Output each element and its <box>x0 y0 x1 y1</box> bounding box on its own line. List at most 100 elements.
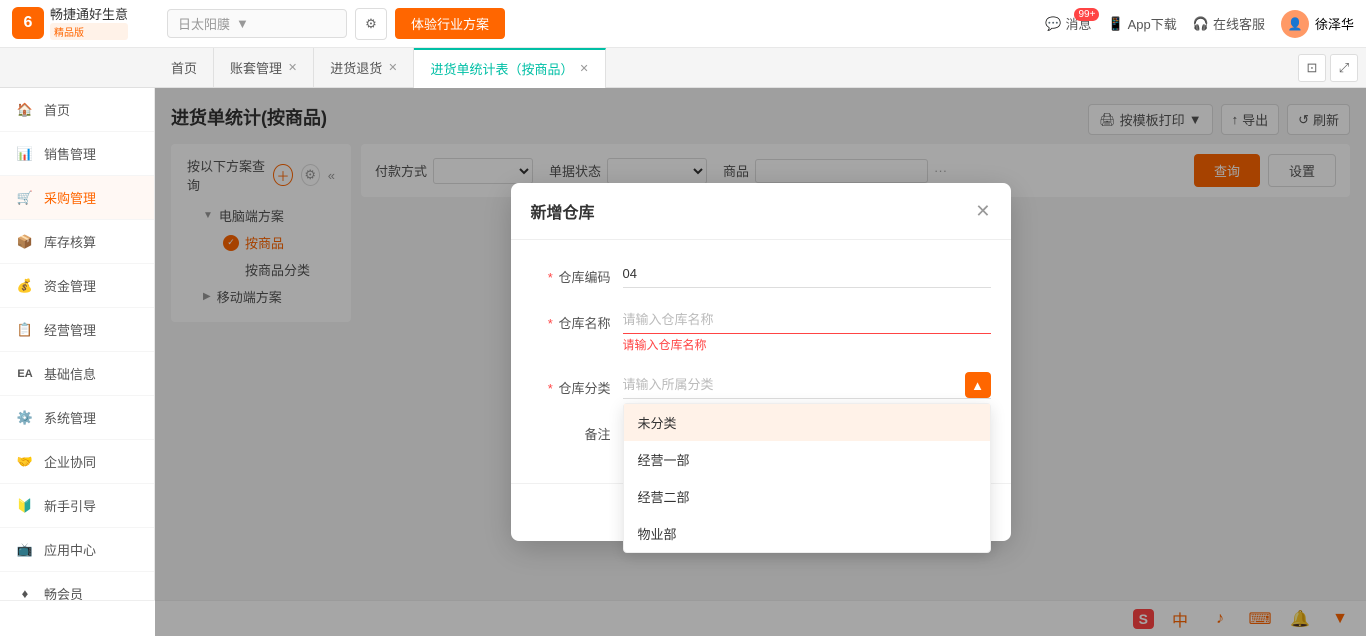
category-input[interactable] <box>623 371 991 399</box>
header-search: 日太阳膜 ▼ ⚙ 体验行业方案 <box>167 8 1045 40</box>
sidebar-item-purchase[interactable]: 🛒 采购管理 <box>0 176 154 220</box>
dropdown-option-unclassified[interactable]: 未分类 <box>624 404 990 441</box>
sidebar-operations-label: 经营管理 <box>44 320 96 339</box>
sidebar-app-center-label: 应用中心 <box>44 540 96 559</box>
tab-home[interactable]: 首页 <box>155 48 214 88</box>
sidebar-guide-label: 新手引导 <box>44 496 96 515</box>
sidebar-item-system[interactable]: ⚙️ 系统管理 <box>0 396 154 440</box>
modal-overlay: 新增仓库 ✕ * 仓库编码 <box>155 88 1366 636</box>
tab-expand-icon[interactable]: ⤢ <box>1330 54 1358 82</box>
new-warehouse-modal: 新增仓库 ✕ * 仓库编码 <box>511 183 1011 541</box>
avatar: 👤 <box>1281 10 1309 38</box>
system-icon: ⚙️ <box>16 409 34 427</box>
basic-info-icon: EA <box>16 365 34 383</box>
modal-body: * 仓库编码 * 仓库名称 <box>511 240 1011 483</box>
home-icon: 🏠 <box>16 101 34 119</box>
sidebar-item-enterprise[interactable]: 🤝 企业协同 <box>0 440 154 484</box>
sidebar-system-label: 系统管理 <box>44 408 96 427</box>
tab-purchase-stats-label: 进货单统计表（按商品） <box>430 59 573 78</box>
sidebar-sales-label: 销售管理 <box>44 144 96 163</box>
modal-header: 新增仓库 ✕ <box>511 183 1011 240</box>
code-label: * 仓库编码 <box>531 260 611 286</box>
logo-text: 畅捷通好生意 <box>50 7 128 24</box>
sidebar-basic-info-label: 基础信息 <box>44 364 96 383</box>
dropdown-option-dept1[interactable]: 经营一部 <box>624 441 990 478</box>
logo-area: 6 畅捷通好生意 精品版 <box>12 7 167 41</box>
form-row-code: * 仓库编码 <box>531 260 991 288</box>
message-badge: 99+ <box>1074 8 1099 21</box>
sidebar-inventory-label: 库存核算 <box>44 232 96 251</box>
tab-bar: 首页 账套管理 ✕ 进货退货 ✕ 进货单统计表（按商品） ✕ ⊡ ⤢ <box>0 48 1366 88</box>
form-row-name: * 仓库名称 请输入仓库名称 <box>531 306 991 353</box>
code-input-wrap <box>623 260 991 288</box>
tab-purchase-return[interactable]: 进货退货 ✕ <box>314 48 414 88</box>
sidebar-item-operations[interactable]: 📋 经营管理 <box>0 308 154 352</box>
form-row-category: * 仓库分类 ▲ 未分类 经营一部 经营二部 物业部 <box>531 371 991 399</box>
settings-icon[interactable]: ⚙ <box>355 8 387 40</box>
code-input[interactable] <box>623 260 991 288</box>
dropdown-option-dept2[interactable]: 经营二部 <box>624 478 990 515</box>
category-required-star: * <box>548 381 553 396</box>
name-input[interactable] <box>623 306 991 334</box>
inventory-icon: 📦 <box>16 233 34 251</box>
search-arrow-icon: ▼ <box>236 16 249 31</box>
sidebar-item-guide[interactable]: 🔰 新手引导 <box>0 484 154 528</box>
finance-icon: 💰 <box>16 277 34 295</box>
tab-account-close[interactable]: ✕ <box>288 61 297 74</box>
search-bar[interactable]: 日太阳膜 ▼ <box>167 9 347 38</box>
sidebar-item-inventory[interactable]: 📦 库存核算 <box>0 220 154 264</box>
trial-button[interactable]: 体验行业方案 <box>395 8 505 39</box>
service-label: 在线客服 <box>1213 14 1265 33</box>
tab-account[interactable]: 账套管理 ✕ <box>214 48 314 88</box>
name-error-msg: 请输入仓库名称 <box>623 336 991 353</box>
sidebar-finance-label: 资金管理 <box>44 276 96 295</box>
name-label: * 仓库名称 <box>531 306 611 332</box>
tab-purchase-return-close[interactable]: ✕ <box>388 61 397 74</box>
remark-label: 备注 <box>531 417 611 443</box>
enterprise-icon: 🤝 <box>16 453 34 471</box>
phone-icon: 📱 <box>1107 16 1123 32</box>
category-label: * 仓库分类 <box>531 371 611 397</box>
tab-home-label: 首页 <box>171 58 197 77</box>
tab-purchase-return-label: 进货退货 <box>330 58 382 77</box>
logo-icon: 6 <box>12 7 44 39</box>
tab-controls: ⊡ ⤢ <box>1298 54 1366 82</box>
operations-icon: 📋 <box>16 321 34 339</box>
purchase-icon: 🛒 <box>16 189 34 207</box>
user-area[interactable]: 👤 徐泽华 <box>1281 10 1354 38</box>
logo-badge: 精品版 <box>50 23 128 40</box>
username: 徐泽华 <box>1315 14 1354 33</box>
main-layout: 🏠 首页 📊 销售管理 🛒 采购管理 📦 库存核算 💰 资金管理 📋 经营管理 … <box>0 88 1366 636</box>
sidebar-home-label: 首页 <box>44 100 70 119</box>
sidebar-purchase-label: 采购管理 <box>44 188 96 207</box>
sidebar-item-sales[interactable]: 📊 销售管理 <box>0 132 154 176</box>
dropdown-option-property[interactable]: 物业部 <box>624 515 990 552</box>
content-area: 进货单统计(按商品) 🖨 按模板打印 ▼ ↑ 导出 ↺ 刷新 按以下方案查询 <box>155 88 1366 636</box>
message-icon: 💬 <box>1045 16 1061 32</box>
sidebar-item-home[interactable]: 🏠 首页 <box>0 88 154 132</box>
sidebar-item-app-center[interactable]: 📺 应用中心 <box>0 528 154 572</box>
tab-minimize-icon[interactable]: ⊡ <box>1298 54 1326 82</box>
category-input-wrap: ▲ 未分类 经营一部 经营二部 物业部 <box>623 371 991 399</box>
app-download-button[interactable]: 📱 App下载 <box>1107 14 1176 33</box>
tab-purchase-stats[interactable]: 进货单统计表（按商品） ✕ <box>414 48 605 88</box>
modal-close-button[interactable]: ✕ <box>975 201 990 222</box>
tab-purchase-stats-close[interactable]: ✕ <box>580 62 589 75</box>
headset-icon: 🎧 <box>1193 16 1209 32</box>
sidebar: 🏠 首页 📊 销售管理 🛒 采购管理 📦 库存核算 💰 资金管理 📋 经营管理 … <box>0 88 155 636</box>
category-dropdown-toggle[interactable]: ▲ <box>965 372 991 398</box>
name-required-star: * <box>548 316 553 331</box>
guide-icon: 🔰 <box>16 497 34 515</box>
code-required-star: * <box>548 270 553 285</box>
header-right: 💬 消息 99+ 📱 App下载 🎧 在线客服 👤 徐泽华 <box>1045 10 1354 38</box>
sidebar-item-basic-info[interactable]: EA 基础信息 <box>0 352 154 396</box>
message-button[interactable]: 💬 消息 99+ <box>1045 14 1091 33</box>
tab-account-label: 账套管理 <box>230 58 282 77</box>
top-header: 6 畅捷通好生意 精品版 日太阳膜 ▼ ⚙ 体验行业方案 💬 消息 99+ 📱 … <box>0 0 1366 48</box>
search-value: 日太阳膜 <box>178 14 230 33</box>
sidebar-item-finance[interactable]: 💰 资金管理 <box>0 264 154 308</box>
app-center-icon: 📺 <box>16 541 34 559</box>
name-input-wrap: 请输入仓库名称 <box>623 306 991 353</box>
modal-title: 新增仓库 <box>531 199 595 223</box>
online-service-button[interactable]: 🎧 在线客服 <box>1193 14 1265 33</box>
